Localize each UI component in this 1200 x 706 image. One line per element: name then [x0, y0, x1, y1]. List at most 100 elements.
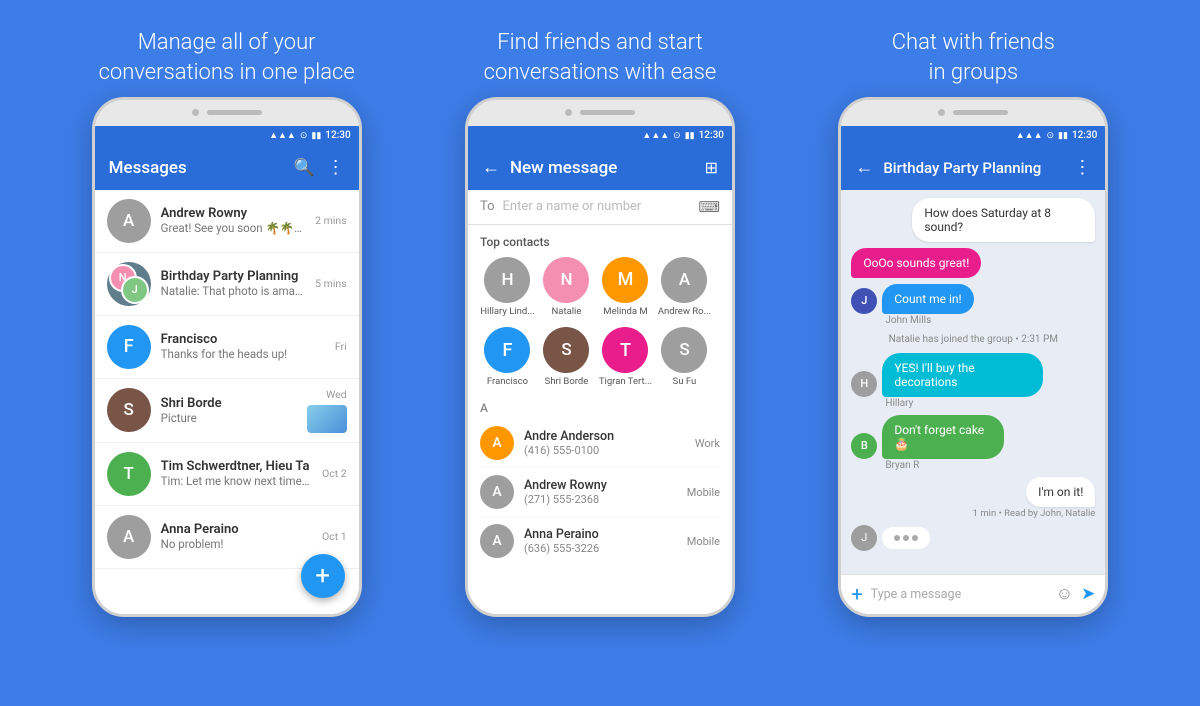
avatar-andrew: A: [107, 199, 151, 243]
chat-msg-3: J Count me in! John Mills: [851, 284, 1095, 326]
msg-item-3[interactable]: F Francisco Thanks for the heads up! Fri: [95, 316, 359, 379]
cl-name-2: Andrew Rowny: [524, 478, 677, 493]
messages-title: Messages: [109, 158, 294, 178]
read-receipt: 1 min • Read by John, Natalie: [973, 508, 1096, 519]
emoji-icon[interactable]: ☺: [1056, 584, 1073, 604]
dot3: [912, 535, 918, 541]
cl-avatar-1: A: [480, 426, 514, 460]
msg-time-5: Oct 2: [322, 467, 347, 480]
contact-list-item-2[interactable]: A Andrew Rowny (271) 555-2368 Mobile: [480, 468, 720, 517]
battery-icon3: ▮▮: [1058, 131, 1068, 141]
avatar-j: J: [851, 288, 877, 314]
contact-list-item-1[interactable]: A Andre Anderson (416) 555-0100 Work: [480, 419, 720, 468]
contact-name-tigran: Tigran Tert...: [599, 376, 652, 387]
chat-msg-1: How does Saturday at 8 sound?: [851, 198, 1095, 242]
contact-avatar-tigran: T: [602, 327, 648, 373]
msg-time-4: Wed: [326, 388, 347, 401]
contact-melinda[interactable]: M Melinda M: [598, 257, 653, 317]
phone2-top-bar: [468, 100, 732, 126]
phone1-speaker: [207, 110, 262, 115]
phone3-speaker: [953, 110, 1008, 115]
phone2-app-bar: ← New message ⊞: [468, 146, 732, 190]
msg-name-2: Birthday Party Planning: [161, 269, 306, 284]
dot2: [903, 535, 909, 541]
msg-info-4: Shri Borde Picture: [161, 396, 297, 425]
chat-msg-2: OoOo sounds great!: [851, 248, 1095, 278]
cl-type-2: Mobile: [687, 486, 720, 499]
contact-list-item-3[interactable]: A Anna Peraino (636) 555-3226 Mobile: [480, 517, 720, 565]
phone3-camera: [938, 109, 945, 116]
contact-avatar-hillary: H: [484, 257, 530, 303]
cl-name-1: Andre Anderson: [524, 429, 685, 444]
to-input[interactable]: Enter a name or number: [503, 199, 691, 214]
wifi-icon: ⊙: [300, 131, 308, 141]
send-icon[interactable]: ➤: [1081, 584, 1095, 604]
avatar-shri: S: [107, 388, 151, 432]
contact-name-andrew-r: Andrew Ro...: [658, 306, 711, 317]
contact-su[interactable]: S Su Fu: [657, 327, 712, 387]
msg-info-3: Francisco Thanks for the heads up!: [161, 332, 325, 361]
msg-name-5: Tim Schwerdtner, Hieu Ta: [161, 459, 312, 474]
cl-info-3: Anna Peraino (636) 555-3226: [524, 527, 677, 555]
msg-time-1: 2 mins: [315, 214, 347, 227]
msg-info-2: Birthday Party Planning Natalie: That ph…: [161, 269, 306, 298]
contact-hillary[interactable]: H Hillary Lind...: [480, 257, 535, 317]
add-icon[interactable]: +: [851, 582, 862, 606]
msg-time-2: 5 mins: [315, 277, 347, 290]
contact-andrew-r[interactable]: A Andrew Ro...: [657, 257, 712, 317]
back-icon3[interactable]: ←: [855, 157, 873, 178]
phones-row: ▲▲▲ ⊙ ▮▮ 12:30 Messages 🔍 ⋮ A Andrew Row…: [0, 97, 1200, 706]
msg-preview-3: Thanks for the heads up!: [161, 347, 325, 361]
grid-icon2[interactable]: ⊞: [705, 158, 718, 177]
fab-button[interactable]: +: [301, 554, 345, 598]
avatar-anna: A: [107, 515, 151, 559]
search-icon1[interactable]: 🔍: [293, 158, 314, 178]
alpha-a: A: [480, 397, 720, 419]
contact-natalie[interactable]: N Natalie: [539, 257, 594, 317]
contact-shri[interactable]: S Shri Borde: [539, 327, 594, 387]
contact-name-melinda: Melinda M: [603, 306, 647, 317]
cl-avatar-2: A: [480, 475, 514, 509]
chat-input-bar: + Type a message ☺ ➤: [841, 574, 1105, 614]
messages-list: A Andrew Rowny Great! See you soon 🌴🌴🎉 2…: [95, 190, 359, 614]
avatar-h: H: [851, 371, 877, 397]
msg-item-4[interactable]: S Shri Borde Picture Wed: [95, 379, 359, 443]
phone1-screen: ▲▲▲ ⊙ ▮▮ 12:30 Messages 🔍 ⋮ A Andrew Row…: [95, 126, 359, 614]
msg-info-1: Andrew Rowny Great! See you soon 🌴🌴🎉: [161, 206, 306, 235]
panel3-heading: Chat with friends in groups: [823, 28, 1123, 89]
contact-avatar-andrew-r: A: [661, 257, 707, 303]
top-contacts-section: Top contacts H Hillary Lind... N Natalie…: [468, 225, 732, 614]
keypad-icon[interactable]: ⌨: [698, 198, 720, 216]
chat-input-placeholder[interactable]: Type a message: [871, 587, 1048, 602]
msg-item-1[interactable]: A Andrew Rowny Great! See you soon 🌴🌴🎉 2…: [95, 190, 359, 253]
msg-time-6: Oct 1: [322, 530, 347, 543]
msg-item-5[interactable]: T Tim Schwerdtner, Hieu Ta Tim: Let me k…: [95, 443, 359, 506]
signal-icon: ▲▲▲: [269, 130, 296, 141]
msg-preview-6: No problem!: [161, 537, 312, 551]
contact-francisco[interactable]: F Francisco: [480, 327, 535, 387]
chat-area: How does Saturday at 8 sound? OoOo sound…: [841, 190, 1105, 574]
cl-name-3: Anna Peraino: [524, 527, 677, 542]
to-bar: To Enter a name or number ⌨: [468, 190, 732, 225]
overflow-icon1[interactable]: ⋮: [327, 157, 345, 178]
wifi-icon3: ⊙: [1046, 131, 1054, 141]
msg-preview-4: Picture: [161, 411, 297, 425]
msg-preview-1: Great! See you soon 🌴🌴🎉: [161, 221, 306, 235]
cl-phone-3: (636) 555-3226: [524, 542, 677, 555]
msg-item-2[interactable]: N J Birthday Party Planning Natalie: Tha…: [95, 253, 359, 316]
contact-name-natalie: Natalie: [552, 306, 582, 317]
contacts-row2: F Francisco S Shri Borde T Tigran Tert..…: [480, 327, 720, 387]
panel1-heading: Manage all of your conversations in one …: [77, 28, 377, 89]
top-contacts-label: Top contacts: [480, 235, 720, 249]
panel2-heading: Find friends and start conversations wit…: [450, 28, 750, 89]
battery-icon: ▮▮: [311, 131, 321, 141]
overflow-icon3[interactable]: ⋮: [1073, 157, 1091, 178]
sender-5: Bryan R: [851, 460, 919, 471]
back-icon2[interactable]: ←: [482, 157, 500, 178]
contact-tigran[interactable]: T Tigran Tert...: [598, 327, 653, 387]
msg-time-col-4: Wed: [307, 388, 347, 433]
phone1-top-bar: [95, 100, 359, 126]
cl-avatar-3: A: [480, 524, 514, 558]
phone1: ▲▲▲ ⊙ ▮▮ 12:30 Messages 🔍 ⋮ A Andrew Row…: [92, 97, 362, 617]
cl-type-1: Work: [695, 437, 720, 450]
